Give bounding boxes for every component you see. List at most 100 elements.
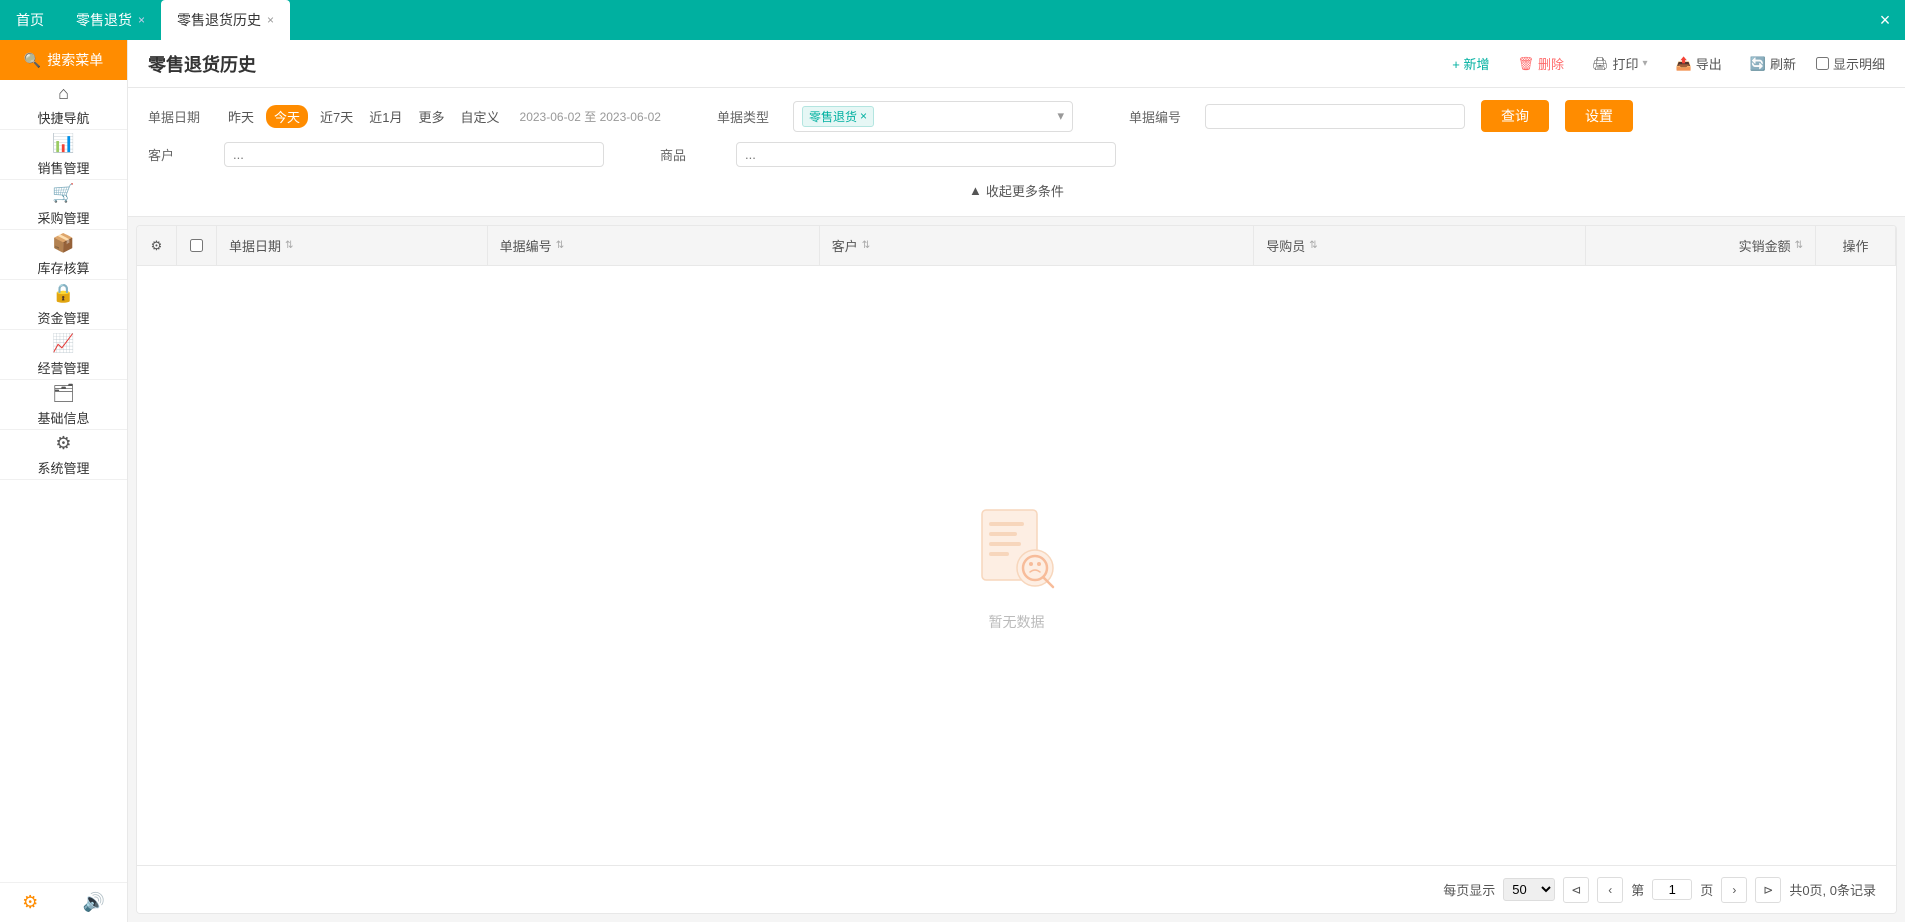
sys-icon: ⚙ [55, 433, 71, 454]
sidebar-item-base-info[interactable]: 🗂 基础信息 [0, 380, 127, 430]
refresh-button[interactable]: 🔄 刷新 [1742, 50, 1804, 77]
sidebar-item-finance-label: 资金管理 [37, 308, 89, 327]
ops-icon: 📈 [52, 333, 74, 354]
next-page-button[interactable]: › [1721, 877, 1747, 903]
prev-page-button[interactable]: ‹ [1597, 877, 1623, 903]
query-button[interactable]: 查询 [1481, 100, 1549, 132]
sidebar-audio-button[interactable]: 🔊 [82, 892, 104, 913]
th-customer[interactable]: 客户 ⇅ [820, 226, 1254, 265]
filter-area: 单据日期 昨天 今天 近7天 近1月 更多 自定义 2023-06-02 至 2… [128, 88, 1905, 217]
show-detail-checkbox[interactable] [1816, 57, 1829, 70]
th-action-label: 操作 [1842, 236, 1868, 255]
add-button[interactable]: + 新增 [1444, 50, 1497, 77]
voucher-type-tag-close[interactable]: × [860, 109, 867, 123]
customer-label: 客户 [148, 145, 208, 164]
pagination: 每页显示 50 10 20 100 ⊲ ‹ 第 页 › ⊳ 共0页, 0条记录 [137, 865, 1896, 913]
show-detail-checkbox-label[interactable]: 显示明细 [1816, 54, 1885, 73]
sidebar-bottom: ⚙ 🔊 [0, 882, 127, 922]
sidebar-item-finance[interactable]: 🔒 资金管理 [0, 280, 127, 330]
collapse-more-btn[interactable]: ▲ 收起更多条件 [148, 177, 1885, 204]
sidebar-search-label: 搜索菜单 [47, 50, 103, 70]
th-checkbox[interactable] [177, 226, 217, 265]
page-header: 零售退货历史 + 新增 🗑 删除 🖨 打印 ▾ 📤 导出 [128, 40, 1905, 88]
th-doc-no-sort-icon: ⇅ [556, 240, 564, 251]
per-page-select[interactable]: 50 10 20 100 [1503, 878, 1555, 901]
voucher-type-arrow: ▾ [1057, 108, 1064, 124]
th-guide[interactable]: 导购员 ⇅ [1254, 226, 1586, 265]
sidebar-item-purchase-label: 采购管理 [37, 208, 89, 227]
shortcut-today[interactable]: 今天 [266, 105, 308, 128]
shortcut-yesterday[interactable]: 昨天 [224, 105, 258, 128]
print-dropdown-icon: ▾ [1643, 58, 1648, 69]
first-page-button[interactable]: ⊲ [1563, 877, 1589, 903]
th-amount-sort-icon: ⇅ [1795, 240, 1803, 251]
th-doc-no[interactable]: 单据编号 ⇅ [488, 226, 820, 265]
add-label: + 新增 [1452, 54, 1489, 73]
tab-retail-return-history-label: 零售退货历史 [177, 10, 261, 30]
inventory-icon: 📦 [52, 233, 74, 254]
finance-icon: 🔒 [52, 283, 74, 304]
voucher-date-label: 单据日期 [148, 107, 208, 126]
print-icon: 🖨 [1592, 56, 1609, 72]
show-detail-label: 显示明细 [1833, 54, 1885, 73]
print-button[interactable]: 🖨 打印 ▾ [1584, 50, 1656, 77]
th-date-label: 单据日期 [229, 236, 281, 255]
voucher-type-select[interactable]: 零售退货 × ▾ [793, 101, 1073, 132]
th-customer-label: 客户 [832, 236, 858, 255]
th-date[interactable]: 单据日期 ⇅ [217, 226, 488, 265]
shortcut-custom[interactable]: 自定义 [457, 105, 504, 128]
content-area: 零售退货历史 + 新增 🗑 删除 🖨 打印 ▾ 📤 导出 [128, 40, 1905, 922]
export-button[interactable]: 📤 导出 [1668, 50, 1730, 77]
sidebar-item-ops[interactable]: 📈 经营管理 [0, 330, 127, 380]
tab-retail-return-history-close[interactable]: × [267, 13, 274, 27]
goods-input[interactable] [736, 142, 1116, 167]
filter-row-2: 客户 商品 [148, 142, 1885, 167]
voucher-type-tag: 零售退货 × [802, 106, 874, 127]
tab-home[interactable]: 首页 [0, 0, 60, 40]
window-close-button[interactable]: × [1865, 0, 1905, 40]
date-shortcuts: 昨天 今天 近7天 近1月 更多 自定义 [224, 105, 504, 128]
page-label: 第 [1631, 880, 1644, 899]
empty-icon [967, 500, 1067, 600]
voucher-no-input[interactable] [1205, 104, 1465, 129]
export-label: 导出 [1696, 54, 1722, 73]
sales-icon: 📊 [52, 133, 74, 154]
table-wrapper: ⚙ 单据日期 ⇅ 单据编号 ⇅ 客户 ⇅ 导购员 ⇅ [136, 225, 1897, 914]
tab-retail-return-close[interactable]: × [138, 13, 145, 27]
page-input[interactable] [1652, 879, 1692, 900]
per-page-label: 每页显示 [1443, 880, 1495, 899]
window-close-icon: × [1880, 10, 1891, 31]
sidebar-gear-button[interactable]: ⚙ [22, 892, 38, 913]
sidebar-item-quick-nav[interactable]: ⌂ 快捷导航 [0, 80, 127, 130]
delete-icon: 🗑 [1517, 56, 1534, 72]
collapse-label: 收起更多条件 [986, 181, 1064, 200]
last-page-button[interactable]: ⊳ [1755, 877, 1781, 903]
delete-button[interactable]: 🗑 删除 [1509, 50, 1572, 77]
main-layout: 🔍 搜索菜单 ⌂ 快捷导航 📊 销售管理 🛒 采购管理 📦 库存核算 🔒 资金管… [0, 40, 1905, 922]
customer-input[interactable] [224, 142, 604, 167]
sidebar-item-sales-mgmt[interactable]: 📊 销售管理 [0, 130, 127, 180]
sidebar-item-quick-nav-label: 快捷导航 [37, 108, 89, 127]
total-info: 共0页, 0条记录 [1789, 880, 1876, 899]
sidebar-item-sys-mgmt[interactable]: ⚙ 系统管理 [0, 430, 127, 480]
home-icon: ⌂ [58, 83, 69, 104]
sidebar-item-inventory-label: 库存核算 [37, 258, 89, 277]
shortcut-last-month[interactable]: 近1月 [365, 105, 406, 128]
tab-retail-return-history[interactable]: 零售退货历史 × [161, 0, 290, 40]
settings-button[interactable]: 设置 [1565, 100, 1633, 132]
tab-home-label: 首页 [16, 10, 44, 30]
filter-row-1: 单据日期 昨天 今天 近7天 近1月 更多 自定义 2023-06-02 至 2… [148, 100, 1885, 132]
voucher-no-label: 单据编号 [1129, 107, 1189, 126]
sidebar-item-purchase-mgmt[interactable]: 🛒 采购管理 [0, 180, 127, 230]
sidebar: 🔍 搜索菜单 ⌂ 快捷导航 📊 销售管理 🛒 采购管理 📦 库存核算 🔒 资金管… [0, 40, 128, 922]
sidebar-item-inventory[interactable]: 📦 库存核算 [0, 230, 127, 280]
shortcut-more[interactable]: 更多 [415, 105, 449, 128]
select-all-checkbox[interactable] [190, 239, 203, 252]
sidebar-item-sales-label: 销售管理 [37, 158, 89, 177]
sidebar-search[interactable]: 🔍 搜索菜单 [0, 40, 127, 80]
tab-retail-return[interactable]: 零售退货 × [60, 0, 161, 40]
th-settings[interactable]: ⚙ [137, 226, 177, 265]
th-amount[interactable]: 实销金额 ⇅ [1586, 226, 1816, 265]
shortcut-last7[interactable]: 近7天 [316, 105, 357, 128]
toolbar: + 新增 🗑 删除 🖨 打印 ▾ 📤 导出 🔄 刷新 [1444, 50, 1885, 77]
